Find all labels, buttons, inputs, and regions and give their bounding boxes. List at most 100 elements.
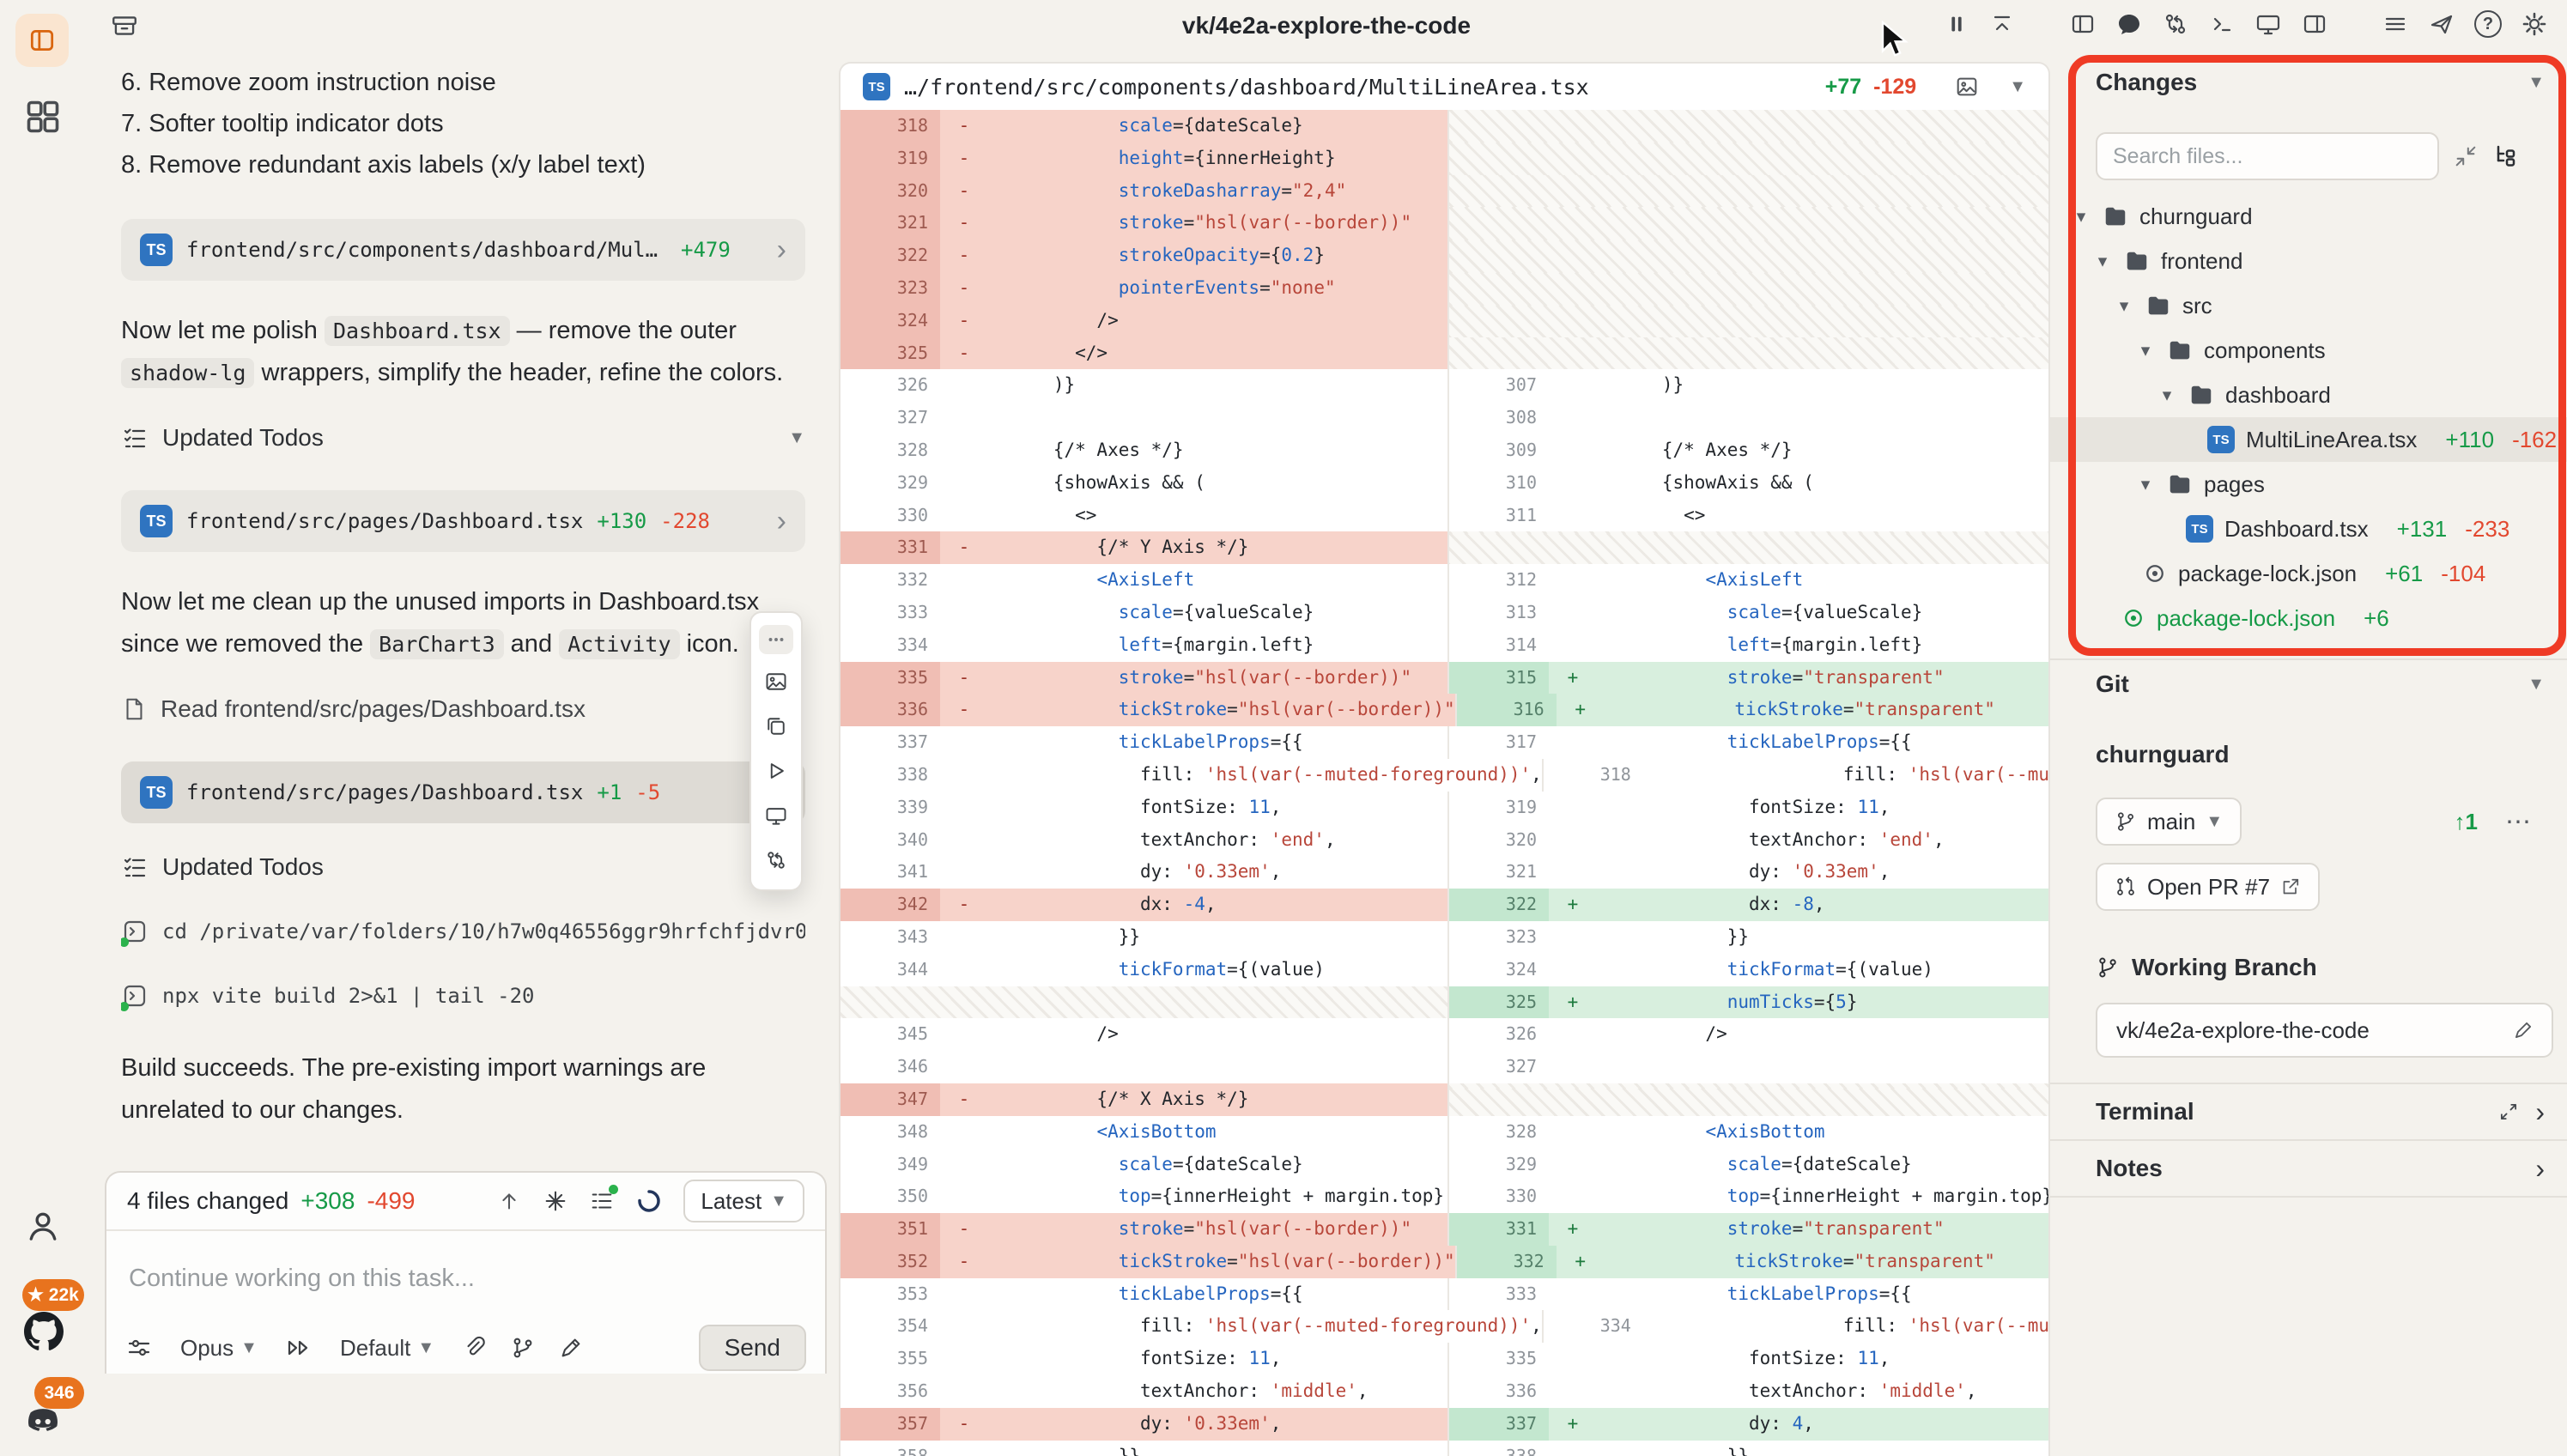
diff-line-new[interactable]: 314 left={margin.left} (1447, 629, 2048, 662)
tree-row[interactable]: package-lock.json+6 (2050, 596, 2567, 640)
diff-line-new[interactable]: 330 top={innerHeight + margin.top} (1447, 1180, 2048, 1213)
diff-line-old[interactable]: 318- scale={dateScale} (840, 110, 1447, 143)
diff-line-new[interactable]: 307 )} (1447, 369, 2048, 402)
model-dropdown[interactable]: Opus▼ (175, 1334, 263, 1362)
chat-bubble-icon[interactable] (2115, 10, 2143, 38)
panel-left-icon[interactable] (2069, 10, 2097, 38)
diff-line-new[interactable] (1447, 1083, 2048, 1116)
attach-icon[interactable] (462, 1335, 488, 1361)
diff-line-new[interactable] (1447, 337, 2048, 370)
diff-line-new[interactable] (1447, 110, 2048, 143)
arrow-up-icon[interactable] (496, 1188, 522, 1214)
diff-line-new[interactable] (1447, 272, 2048, 305)
tree-row[interactable]: ▾churnguard (2050, 194, 2567, 239)
run-icon[interactable] (756, 749, 796, 793)
diff-line-new[interactable]: 308 (1447, 402, 2048, 434)
diff-line-new[interactable] (1447, 207, 2048, 240)
diff-line-old[interactable]: 345 /> (840, 1018, 1447, 1051)
tree-row[interactable]: ▾frontend (2050, 239, 2567, 283)
diff-line-old[interactable]: 320- strokeDasharray="2,4" (840, 175, 1447, 208)
diff-line-old[interactable]: 356 textAnchor: 'middle', (840, 1375, 1447, 1408)
diff-line-old[interactable]: 355 fontSize: 11, (840, 1343, 1447, 1375)
fast-forward-icon[interactable] (285, 1334, 313, 1362)
diff-line-old[interactable]: 339 fontSize: 11, (840, 792, 1447, 824)
diff-line-new[interactable]: 310 {showAxis && ( (1447, 467, 2048, 500)
diff-line-old[interactable]: 322- strokeOpacity={0.2} (840, 240, 1447, 272)
diff-line-old[interactable] (840, 986, 1447, 1019)
diff-line-new[interactable] (1447, 143, 2048, 175)
diff-line-old[interactable]: 347- {/* X Axis */} (840, 1083, 1447, 1116)
tree-row[interactable]: ▾components (2050, 328, 2567, 373)
diff-line-old[interactable]: 330 <> (840, 500, 1447, 532)
branch-icon[interactable] (510, 1335, 536, 1361)
diff-line-new[interactable]: 319 fontSize: 11, (1447, 792, 2048, 824)
notes-section-header[interactable]: Notes › (2096, 1141, 2567, 1196)
diff-line-new[interactable]: 311 <> (1447, 500, 2048, 532)
diff-line-old[interactable]: 352- tickStroke="hsl(var(--border))" (840, 1246, 1455, 1278)
diff-line-new[interactable]: 322+ dx: -8, (1447, 889, 2048, 921)
diff-line-new[interactable]: 317 tickLabelProps={{ (1447, 726, 2048, 759)
pencil-icon[interactable] (2512, 1019, 2534, 1041)
help-icon[interactable]: ? (2474, 10, 2502, 38)
diff-line-new[interactable]: 318 fill: 'hsl(var(--muted-foreground))'… (1542, 759, 2048, 792)
list-tree-icon[interactable] (2492, 143, 2520, 170)
diff-line-old[interactable]: 342- dx: -4, (840, 889, 1447, 921)
tree-row[interactable]: package-lock.json+61-104 (2050, 551, 2567, 596)
working-branch-input[interactable] (2115, 1016, 2512, 1045)
diff-line-new[interactable] (1447, 240, 2048, 272)
tree-row[interactable]: ▾src (2050, 283, 2567, 328)
diff-line-new[interactable]: 337+ dy: 4, (1447, 1408, 2048, 1441)
diff-line-old[interactable]: 328 {/* Axes */} (840, 434, 1447, 467)
diff-line-old[interactable]: 327 (840, 402, 1447, 434)
chevron-down-icon[interactable]: ▼ (2009, 77, 2026, 97)
more-icon[interactable] (759, 625, 793, 654)
sliders-icon[interactable] (125, 1334, 153, 1362)
diff-line-old[interactable]: 337 tickLabelProps={{ (840, 726, 1447, 759)
updated-todos-row[interactable]: Updated Todos ▼ (121, 419, 805, 457)
diff-line-new[interactable]: 313 scale={valueScale} (1447, 597, 2048, 629)
terminal-command-row[interactable]: npx vite build 2>&1 | tail -20 (121, 977, 805, 1015)
tree-row[interactable]: ▾dashboard (2050, 373, 2567, 417)
tree-row[interactable]: TSDashboard.tsx+131-233 (2050, 507, 2567, 551)
diff-line-new[interactable]: 326 /> (1447, 1018, 2048, 1051)
diff-line-old[interactable]: 334 left={margin.left} (840, 629, 1447, 662)
diff-line-new[interactable]: 329 scale={dateScale} (1447, 1149, 2048, 1181)
diff-line-old[interactable]: 325- </> (840, 337, 1447, 370)
diff-line-old[interactable]: 357- dy: '0.33em', (840, 1408, 1447, 1441)
diff-line-old[interactable]: 354 fill: 'hsl(var(--muted-foreground))'… (840, 1310, 1542, 1343)
diff-line-old[interactable]: 321- stroke="hsl(var(--border))" (840, 207, 1447, 240)
collapse-diagonal-icon[interactable] (2453, 143, 2479, 169)
github-icon[interactable] (24, 1312, 64, 1351)
copy-icon[interactable] (756, 704, 796, 749)
diff-line-old[interactable]: 333 scale={valueScale} (840, 597, 1447, 629)
diff-line-new[interactable] (1447, 531, 2048, 564)
diff-line-new[interactable]: 320 textAnchor: 'end', (1447, 824, 2048, 857)
diff-line-old[interactable]: 329 {showAxis && ( (840, 467, 1447, 500)
file-change-card[interactable]: TS frontend/src/pages/Dashboard.tsx +1 -… (121, 761, 805, 823)
compare-icon[interactable] (756, 838, 796, 883)
diff-line-new[interactable]: 336 textAnchor: 'middle', (1447, 1375, 2048, 1408)
diff-line-new[interactable]: 324 tickFormat={(value) (1447, 954, 2048, 986)
diff-line-old[interactable]: 358 }} (840, 1441, 1447, 1456)
git-compare-icon[interactable] (2162, 10, 2189, 38)
settings-gear-icon[interactable] (2521, 10, 2548, 38)
chat-input[interactable] (127, 1257, 800, 1300)
diff-line-old[interactable]: 349 scale={dateScale} (840, 1149, 1447, 1181)
menu-icon[interactable] (2382, 10, 2409, 38)
diff-line-old[interactable]: 335- stroke="hsl(var(--border))" (840, 662, 1447, 695)
todo-list-icon[interactable] (589, 1188, 615, 1214)
diff-line-new[interactable]: 332+ tickStroke="transparent" (1455, 1246, 2048, 1278)
view-toggle-icon[interactable] (1954, 74, 1980, 100)
git-section-header[interactable]: Git ▼ (2096, 664, 2567, 705)
search-input[interactable] (2096, 132, 2439, 180)
diff-line-old[interactable]: 319- height={innerHeight} (840, 143, 1447, 175)
diff-line-new[interactable]: 316+ tickStroke="transparent" (1455, 694, 2048, 726)
send-button[interactable]: Send (699, 1325, 806, 1371)
diff-line-old[interactable]: 346 (840, 1051, 1447, 1083)
grid-icon[interactable] (22, 96, 64, 137)
diff-line-new[interactable]: 325+ numTicks={5} (1447, 986, 2048, 1019)
open-pr-button[interactable]: Open PR #7 (2096, 863, 2320, 911)
panel-right-icon[interactable] (2301, 10, 2328, 38)
branch-selector[interactable]: main ▼ (2096, 798, 2242, 846)
diff-line-new[interactable] (1447, 175, 2048, 208)
